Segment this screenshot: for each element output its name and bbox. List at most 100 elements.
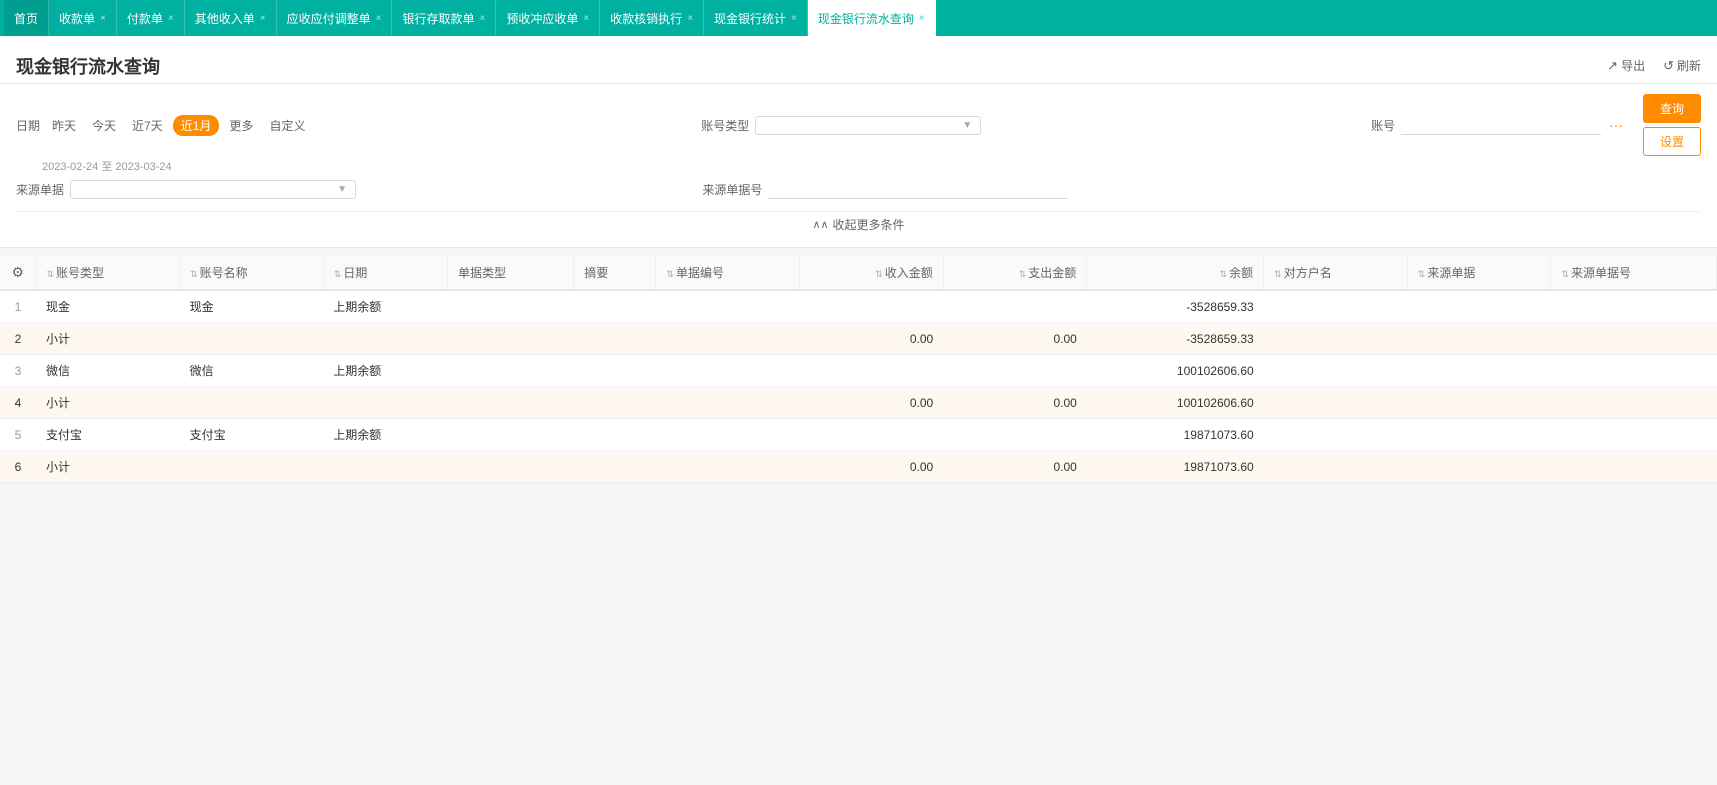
- nav-tab-bank-stats[interactable]: 现金银行统计 ×: [704, 0, 808, 36]
- date-btn-today[interactable]: 今天: [86, 115, 122, 136]
- sort-arrows-icon: ⇅: [1561, 269, 1569, 279]
- account-type-select[interactable]: ▼: [755, 116, 981, 135]
- source-doc-num-label: 来源单据号: [702, 181, 762, 198]
- table-settings-col[interactable]: ⚙: [0, 256, 36, 290]
- cell-date: 上期余额: [323, 355, 447, 387]
- th-balance[interactable]: ⇅余额: [1087, 256, 1264, 290]
- close-icon[interactable]: ×: [479, 13, 485, 24]
- export-button[interactable]: ↗ 导出: [1607, 57, 1645, 74]
- source-doc-select[interactable]: ▼: [70, 180, 356, 199]
- date-btn-yesterday[interactable]: 昨天: [46, 115, 82, 136]
- cell-income: [800, 355, 944, 387]
- cell-income: [800, 290, 944, 323]
- th-income[interactable]: ⇅收入金额: [800, 256, 944, 290]
- account-browse-button[interactable]: ···: [1609, 117, 1623, 133]
- cell-counterpart: [1264, 451, 1408, 483]
- cell-account-name: 支付宝: [180, 419, 324, 451]
- cell-date: [323, 451, 447, 483]
- nav-tab-other-income[interactable]: 其他收入单 ×: [185, 0, 277, 36]
- nav-tab-receipt[interactable]: 收款单 ×: [49, 0, 117, 36]
- search-button[interactable]: 查询: [1643, 94, 1701, 123]
- close-icon[interactable]: ×: [583, 13, 589, 24]
- table-row: 4小计0.000.00100102606.60: [0, 387, 1717, 419]
- cell-expense: 0.00: [943, 387, 1087, 419]
- filter-area: 日期 昨天 今天 近7天 近1月 更多 自定义 账号类型: [0, 84, 1717, 248]
- th-source-doc[interactable]: ⇅来源单据: [1407, 256, 1551, 290]
- cell-date: [323, 387, 447, 419]
- cell-doc-type: [448, 355, 574, 387]
- sort-arrows-icon: ⇅: [666, 269, 674, 279]
- account-label: 账号: [1371, 117, 1395, 134]
- sort-arrows-icon: ⇅: [334, 269, 342, 279]
- setting-button[interactable]: 设置: [1643, 127, 1701, 156]
- collapse-button[interactable]: ∧∧ 收起更多条件: [16, 211, 1701, 237]
- page-header: 现金银行流水查询 ↗ 导出 ↺ 刷新: [0, 36, 1717, 84]
- th-date[interactable]: ⇅日期: [323, 256, 447, 290]
- close-icon[interactable]: ×: [791, 13, 797, 24]
- nav-tab-adjustment[interactable]: 应收应付调整单 ×: [277, 0, 393, 36]
- cell-source-doc: [1407, 355, 1551, 387]
- close-icon[interactable]: ×: [687, 13, 693, 24]
- chevron-down-icon: ▼: [337, 184, 347, 195]
- nav-tab-bank-deposit[interactable]: 银行存取款单 ×: [392, 0, 496, 36]
- nav-tab-prepayment[interactable]: 预收冲应收单 ×: [496, 0, 600, 36]
- cell-doc-type: [448, 387, 574, 419]
- close-icon[interactable]: ×: [919, 13, 925, 24]
- cell-source-doc: [1407, 323, 1551, 355]
- cell-income: 0.00: [800, 451, 944, 483]
- close-icon[interactable]: ×: [168, 13, 174, 24]
- header-actions: ↗ 导出 ↺ 刷新: [1607, 57, 1701, 74]
- account-input[interactable]: [1401, 116, 1601, 135]
- cell-summary: [574, 387, 656, 419]
- cell-counterpart: [1264, 323, 1408, 355]
- close-icon[interactable]: ×: [100, 13, 106, 24]
- row-number: 2: [0, 323, 36, 355]
- nav-tab-payment[interactable]: 付款单 ×: [117, 0, 185, 36]
- action-buttons: 查询 设置: [1643, 94, 1701, 156]
- cell-account-type: 小计: [36, 323, 180, 355]
- cell-balance: -3528659.33: [1087, 323, 1264, 355]
- close-icon[interactable]: ×: [260, 13, 266, 24]
- collapse-up-icon: ∧∧: [812, 218, 828, 231]
- cell-source-doc-no: [1551, 387, 1717, 419]
- table-row: 2小计0.000.00-3528659.33: [0, 323, 1717, 355]
- th-summary: 摘要: [574, 256, 656, 290]
- cell-doc-type: [448, 451, 574, 483]
- cell-doc-type: [448, 323, 574, 355]
- date-btn-custom[interactable]: 自定义: [263, 115, 311, 136]
- refresh-icon: ↺: [1663, 58, 1674, 74]
- nav-tab-collection[interactable]: 收款核销执行 ×: [600, 0, 704, 36]
- table-header-row: ⚙ ⇅账号类型 ⇅账号名称 ⇅日期 单据类型 摘要 ⇅单据编号 ⇅收入金额: [0, 256, 1717, 290]
- nav-tab-bank-flow[interactable]: 现金银行流水查询 ×: [808, 0, 936, 36]
- close-icon[interactable]: ×: [376, 13, 382, 24]
- cell-income: 0.00: [800, 387, 944, 419]
- cell-account-name: [180, 387, 324, 419]
- nav-tab-home[interactable]: 首页: [4, 0, 49, 36]
- sort-arrows-icon: ⇅: [1274, 269, 1282, 279]
- cell-income: 0.00: [800, 323, 944, 355]
- cell-account-name: [180, 323, 324, 355]
- refresh-button[interactable]: ↺ 刷新: [1663, 57, 1701, 74]
- sort-arrows-icon: ⇅: [1418, 269, 1426, 279]
- th-doc-no[interactable]: ⇅单据编号: [656, 256, 800, 290]
- th-account-name[interactable]: ⇅账号名称: [180, 256, 324, 290]
- th-counterpart[interactable]: ⇅对方户名: [1264, 256, 1408, 290]
- cell-source-doc: [1407, 387, 1551, 419]
- th-source-doc-no[interactable]: ⇅来源单据号: [1551, 256, 1717, 290]
- cell-source-doc-no: [1551, 323, 1717, 355]
- date-btn-1month[interactable]: 近1月: [173, 115, 220, 136]
- row-number: 4: [0, 387, 36, 419]
- sort-arrows-icon: ⇅: [47, 269, 55, 279]
- th-expense[interactable]: ⇅支出金额: [943, 256, 1087, 290]
- cell-expense: 0.00: [943, 451, 1087, 483]
- cell-summary: [574, 290, 656, 323]
- date-btn-more[interactable]: 更多: [223, 115, 259, 136]
- cell-account-type: 现金: [36, 290, 180, 323]
- source-doc-label: 来源单据: [16, 181, 64, 198]
- source-doc-num-input[interactable]: [768, 180, 1068, 199]
- th-account-type[interactable]: ⇅账号类型: [36, 256, 180, 290]
- table-row: 6小计0.000.0019871073.60: [0, 451, 1717, 483]
- sort-arrows-icon: ⇅: [190, 269, 198, 279]
- date-btn-7days[interactable]: 近7天: [126, 115, 169, 136]
- cell-source-doc: [1407, 419, 1551, 451]
